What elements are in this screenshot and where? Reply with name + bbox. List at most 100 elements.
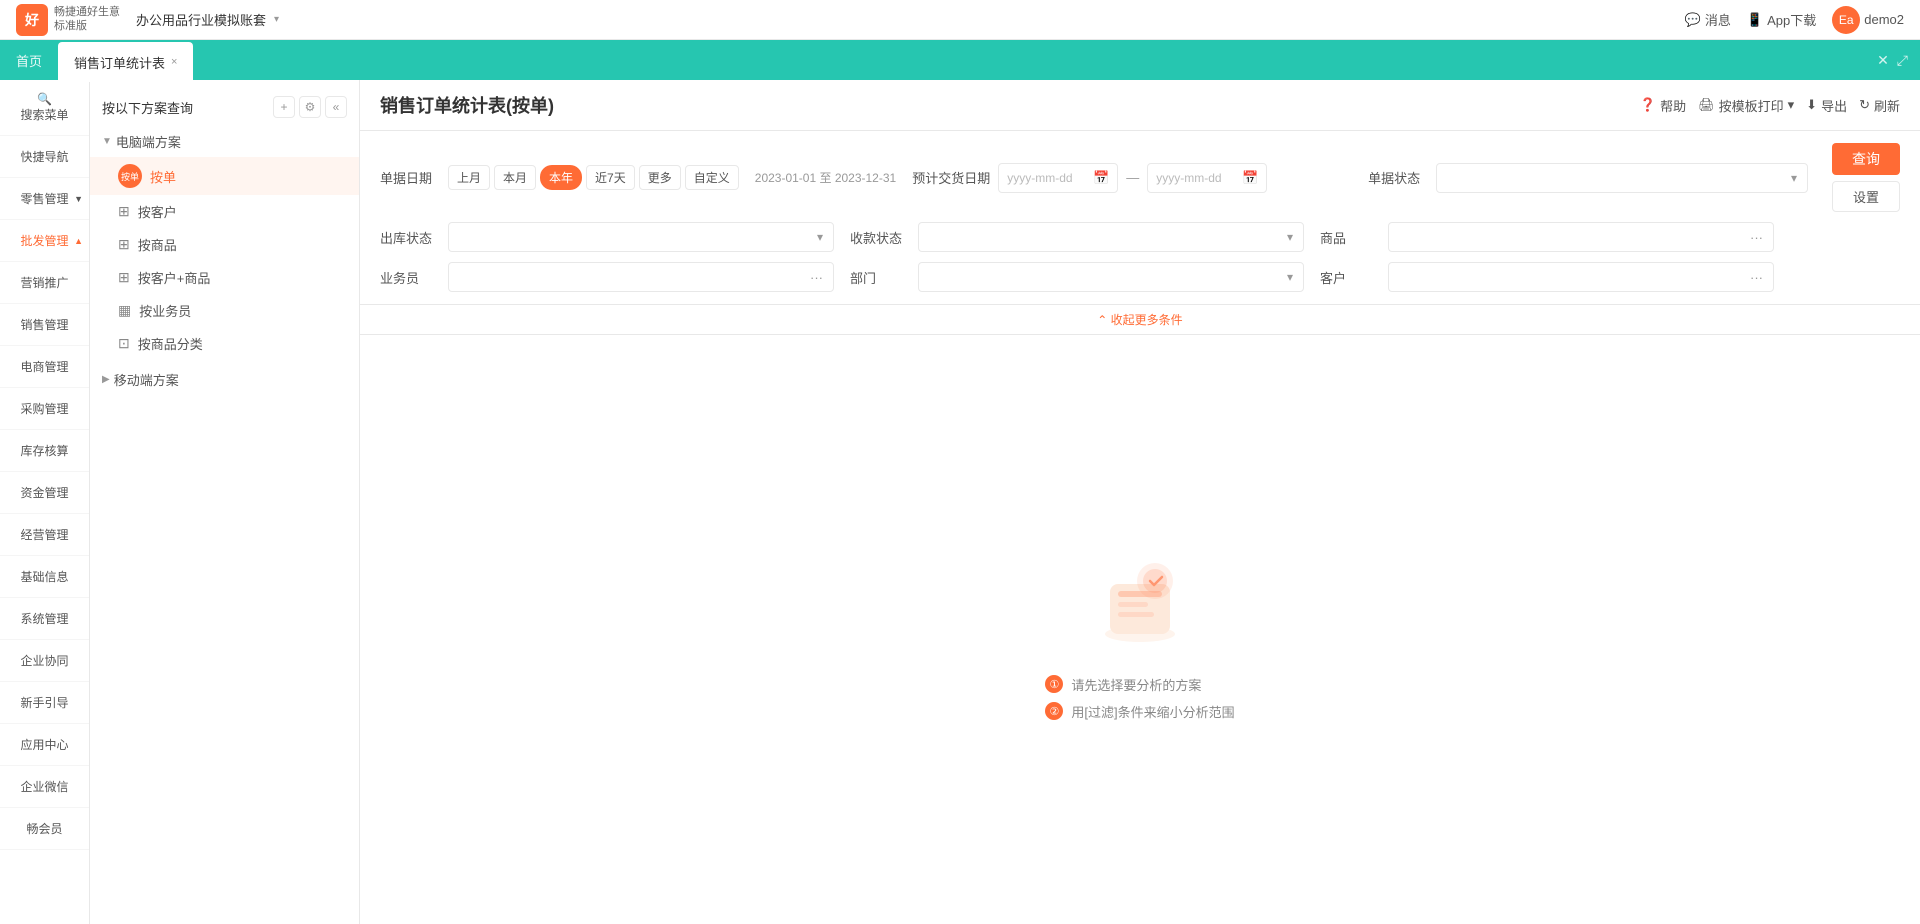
sidebar-item-system[interactable]: 系统管理 — [0, 598, 89, 640]
scheme-group-pc-header[interactable]: ▼ 电脑端方案 — [90, 126, 359, 157]
filter-area: 单据日期 上月 本月 本年 近7天 更多 自定义 2023-01-01 至 20… — [360, 131, 1920, 305]
tab-close-icon[interactable]: × — [171, 56, 177, 68]
sidebar-item-purchase[interactable]: 采购管理 — [0, 388, 89, 430]
sidebar-item-finance[interactable]: 资金管理 — [0, 472, 89, 514]
predicted-start-input[interactable]: yyyy-mm-dd 📅 — [998, 163, 1118, 193]
category-scheme-icon: ⊡ — [118, 335, 130, 352]
avatar: Ea — [1832, 6, 1860, 34]
scheme-item-by-sales[interactable]: ▦ 按业务员 — [90, 294, 359, 327]
dept-select[interactable]: ▾ — [918, 262, 1304, 292]
customer-input[interactable]: ··· — [1388, 262, 1774, 292]
panel-title: 按以下方案查询 — [102, 98, 193, 117]
filter-row-1: 单据日期 上月 本月 本年 近7天 更多 自定义 2023-01-01 至 20… — [380, 143, 1900, 212]
app-download-button[interactable]: 📱 App下载 — [1747, 10, 1816, 29]
tab-sales-order-stats[interactable]: 销售订单统计表 × — [58, 42, 193, 82]
top-bar-right: 💬 消息 📱 App下载 Ea demo2 — [1685, 6, 1904, 34]
collapse-panel-button[interactable]: « — [325, 96, 347, 118]
date-btn-more[interactable]: 更多 — [639, 165, 681, 190]
user-area[interactable]: Ea demo2 — [1832, 6, 1904, 34]
scheme-group-mobile-header[interactable]: ▶ 移动端方案 — [90, 364, 359, 395]
empty-illustration — [1080, 539, 1200, 659]
add-scheme-button[interactable]: + — [273, 96, 295, 118]
date-range-display: 2023-01-01 至 2023-12-31 — [755, 169, 896, 186]
sidebar: 🔍 搜索菜单 快捷导航 零售管理 ▼ 批发管理 ▲ 营销推广 销售管理 电商管理… — [0, 80, 90, 924]
date-btn-this-month[interactable]: 本月 — [494, 165, 536, 190]
export-button[interactable]: ⬇ 导出 — [1806, 96, 1847, 115]
sidebar-item-marketing[interactable]: 营销推广 — [0, 262, 89, 304]
query-button[interactable]: 查询 — [1832, 143, 1900, 175]
scheme-item-by-category[interactable]: ⊡ 按商品分类 — [90, 327, 359, 360]
main-layout: 🔍 搜索菜单 快捷导航 零售管理 ▼ 批发管理 ▲ 营销推广 销售管理 电商管理… — [0, 80, 1920, 924]
empty-state: ① 请先选择要分析的方案 ② 用[过滤]条件来缩小分析范围 — [360, 335, 1920, 924]
page-header: 销售订单统计表(按单) ❓ 帮助 🖨 按模板打印 ▾ ⬇ 导出 — [360, 80, 1920, 131]
search-icon: 🔍 — [37, 92, 52, 106]
page-header-actions: ❓ 帮助 🖨 按模板打印 ▾ ⬇ 导出 ↻ 刷新 — [1640, 96, 1900, 115]
tab-home[interactable]: 首页 — [0, 40, 58, 80]
scheme-item-by-goods[interactable]: ⊞ 按商品 — [90, 228, 359, 261]
sidebar-item-quicknav[interactable]: 快捷导航 — [0, 136, 89, 178]
app-dropdown-arrow[interactable]: ▾ — [274, 14, 279, 25]
cal-start-icon: 📅 — [1093, 170, 1109, 186]
sidebar-item-wholesale[interactable]: 批发管理 ▲ — [0, 220, 89, 262]
scheme-settings-button[interactable]: ⚙ — [299, 96, 321, 118]
goods-input[interactable]: ··· — [1388, 222, 1774, 252]
scheme-group-mobile: ▶ 移动端方案 — [90, 364, 359, 395]
sales-input[interactable]: ··· — [448, 262, 834, 292]
refresh-button[interactable]: ↻ 刷新 — [1859, 96, 1900, 115]
status-label: 单据状态 — [1368, 168, 1428, 187]
scheme-item-by-customer[interactable]: ⊞ 按客户 — [90, 195, 359, 228]
status-select-arrow: ▾ — [1791, 171, 1797, 185]
empty-tip-2: ② 用[过滤]条件来缩小分析范围 — [1045, 702, 1234, 721]
empty-tip-1: ① 请先选择要分析的方案 — [1045, 675, 1234, 694]
date-filter-buttons: 上月 本月 本年 近7天 更多 自定义 — [448, 165, 739, 190]
sidebar-item-collab[interactable]: 企业协同 — [0, 640, 89, 682]
date-btn-this-year[interactable]: 本年 — [540, 165, 582, 190]
sidebar-item-newuser[interactable]: 新手引导 — [0, 682, 89, 724]
ship-status-select[interactable]: ▾ — [448, 222, 834, 252]
dept-label: 部门 — [850, 268, 910, 287]
date-btn-7days[interactable]: 近7天 — [586, 165, 635, 190]
customer-scheme-icon: ⊞ — [118, 203, 130, 220]
maximize-window-icon[interactable]: ⤢ — [1897, 52, 1908, 69]
pc-group-arrow: ▼ — [102, 136, 112, 147]
sidebar-item-search[interactable]: 🔍 搜索菜单 — [0, 80, 89, 136]
sidebar-item-ecommerce[interactable]: 电商管理 — [0, 346, 89, 388]
template-print-button[interactable]: 🖨 按模板打印 ▾ — [1698, 96, 1794, 115]
date-separator: — — [1126, 170, 1139, 185]
help-icon: ❓ — [1640, 97, 1656, 113]
sidebar-item-inventory[interactable]: 库存核算 — [0, 430, 89, 472]
payment-status-arrow: ▾ — [1287, 230, 1293, 244]
status-select[interactable]: ▾ — [1436, 163, 1808, 193]
help-button[interactable]: ❓ 帮助 — [1640, 96, 1686, 115]
scheme-item-by-order[interactable]: 按单 按单 — [90, 157, 359, 195]
sidebar-item-retail[interactable]: 零售管理 ▼ — [0, 178, 89, 220]
app-title: 办公用品行业模拟账套 — [136, 10, 266, 29]
sidebar-item-appcenter[interactable]: 应用中心 — [0, 724, 89, 766]
payment-status-group: 收款状态 ▾ — [850, 222, 1304, 252]
sidebar-item-sales[interactable]: 销售管理 — [0, 304, 89, 346]
cal-end-icon: 📅 — [1242, 170, 1258, 186]
scheme-item-by-cust-goods[interactable]: ⊞ 按客户+商品 — [90, 261, 359, 294]
collapse-bar[interactable]: ⌃ 收起更多条件 — [360, 305, 1920, 335]
predicted-date-label: 预计交货日期 — [912, 168, 990, 187]
scheme-dot-active: 按单 — [118, 164, 142, 188]
sidebar-item-basic[interactable]: 基础信息 — [0, 556, 89, 598]
predicted-end-input[interactable]: yyyy-mm-dd 📅 — [1147, 163, 1267, 193]
date-btn-last-month[interactable]: 上月 — [448, 165, 490, 190]
goods-label: 商品 — [1320, 228, 1380, 247]
scheme-group-pc: ▼ 电脑端方案 按单 按单 ⊞ 按客户 ⊞ 按商品 ⊞ 按客户+商品 — [90, 126, 359, 360]
date-btn-custom[interactable]: 自定义 — [685, 165, 739, 190]
tip-num-1: ① — [1045, 675, 1063, 693]
sidebar-item-operations[interactable]: 经营管理 — [0, 514, 89, 556]
settings-button[interactable]: 设置 — [1832, 181, 1900, 212]
close-window-icon[interactable]: ✕ — [1877, 52, 1889, 69]
tip-num-2: ② — [1045, 702, 1063, 720]
predicted-date-group: 预计交货日期 yyyy-mm-dd 📅 — yyyy-mm-dd 📅 — [912, 163, 1352, 193]
wholesale-expand-arrow: ▲ — [74, 236, 83, 246]
sidebar-item-wechat[interactable]: 企业微信 — [0, 766, 89, 808]
message-button[interactable]: 💬 消息 — [1685, 10, 1731, 29]
sidebar-item-member[interactable]: 畅会员 — [0, 808, 89, 850]
filter-row-3: 业务员 ··· 部门 ▾ 客户 — [380, 262, 1900, 292]
payment-status-select[interactable]: ▾ — [918, 222, 1304, 252]
logo-area: 好 畅捷通好生意 标准版 — [16, 4, 120, 36]
